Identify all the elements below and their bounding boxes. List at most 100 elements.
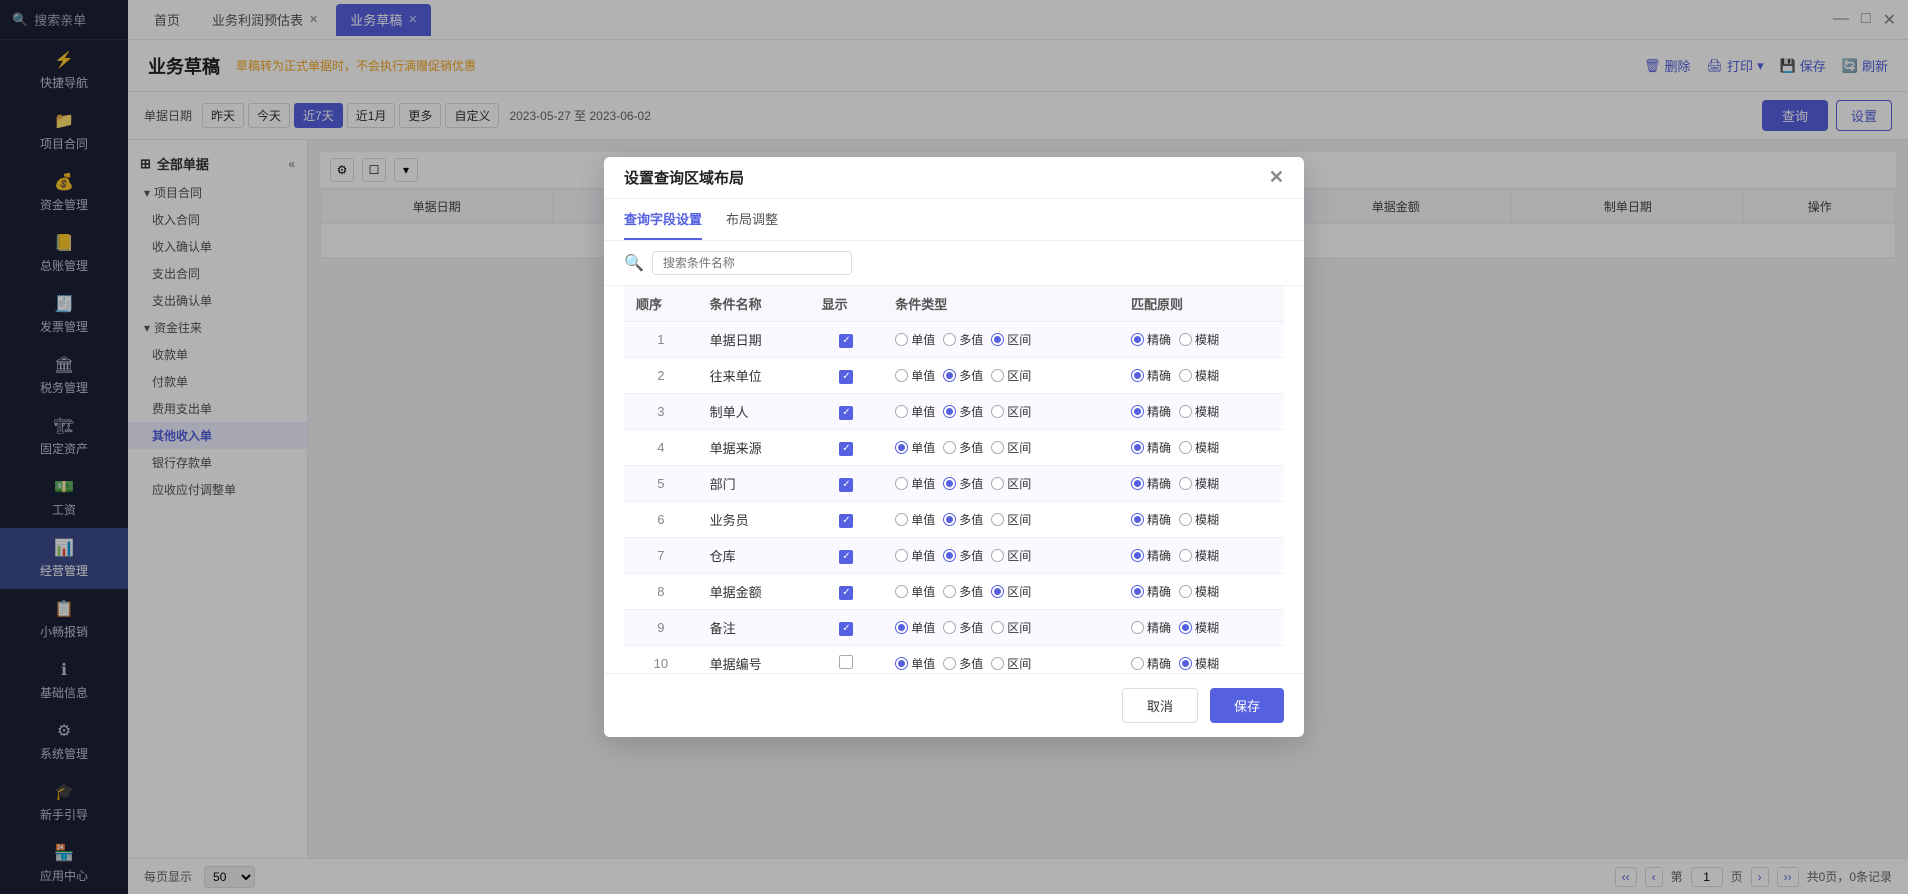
match-radio-4-精确[interactable]: 精确 <box>1131 439 1171 456</box>
match-radio-7-精确[interactable]: 精确 <box>1131 547 1171 564</box>
row-type-3[interactable]: 单值多值区间 <box>883 393 1119 429</box>
type-radio-6-多值[interactable]: 多值 <box>943 511 983 528</box>
checkbox-10[interactable] <box>839 655 853 669</box>
row-type-2[interactable]: 单值多值区间 <box>883 357 1119 393</box>
row-match-9[interactable]: 精确模糊 <box>1119 609 1284 645</box>
type-radio-7-区间[interactable]: 区间 <box>991 547 1031 564</box>
checkbox-4[interactable]: ✓ <box>839 442 853 456</box>
match-radio-8-模糊[interactable]: 模糊 <box>1179 583 1219 600</box>
match-radio-9-模糊[interactable]: 模糊 <box>1179 619 1219 636</box>
match-radio-7-模糊[interactable]: 模糊 <box>1179 547 1219 564</box>
checkbox-5[interactable]: ✓ <box>839 478 853 492</box>
row-display-4[interactable]: ✓ <box>810 429 884 465</box>
row-type-8[interactable]: 单值多值区间 <box>883 573 1119 609</box>
type-radio-9-单值[interactable]: 单值 <box>895 619 935 636</box>
type-radio-4-多值[interactable]: 多值 <box>943 439 983 456</box>
match-radio-5-模糊[interactable]: 模糊 <box>1179 475 1219 492</box>
cancel-button[interactable]: 取消 <box>1122 688 1198 723</box>
checkbox-3[interactable]: ✓ <box>839 406 853 420</box>
radio-dot-type-4-区间 <box>991 441 1004 454</box>
row-match-4[interactable]: 精确模糊 <box>1119 429 1284 465</box>
type-radio-10-多值[interactable]: 多值 <box>943 655 983 672</box>
match-radio-1-模糊[interactable]: 模糊 <box>1179 331 1219 348</box>
match-radio-10-模糊[interactable]: 模糊 <box>1179 655 1219 672</box>
match-radio-2-精确[interactable]: 精确 <box>1131 367 1171 384</box>
type-radio-4-单值[interactable]: 单值 <box>895 439 935 456</box>
type-radio-5-区间[interactable]: 区间 <box>991 475 1031 492</box>
type-radio-3-多值[interactable]: 多值 <box>943 403 983 420</box>
match-radio-2-模糊[interactable]: 模糊 <box>1179 367 1219 384</box>
row-match-6[interactable]: 精确模糊 <box>1119 501 1284 537</box>
dialog-close-button[interactable]: ✕ <box>1269 167 1284 188</box>
type-radio-1-区间[interactable]: 区间 <box>991 331 1031 348</box>
type-radio-2-区间[interactable]: 区间 <box>991 367 1031 384</box>
match-radio-1-精确[interactable]: 精确 <box>1131 331 1171 348</box>
match-radio-10-精确[interactable]: 精确 <box>1131 655 1171 672</box>
checkbox-1[interactable]: ✓ <box>839 334 853 348</box>
row-display-3[interactable]: ✓ <box>810 393 884 429</box>
type-radio-7-多值[interactable]: 多值 <box>943 547 983 564</box>
type-radio-5-单值[interactable]: 单值 <box>895 475 935 492</box>
type-radio-6-单值[interactable]: 单值 <box>895 511 935 528</box>
row-match-10[interactable]: 精确模糊 <box>1119 645 1284 673</box>
type-radio-3-单值[interactable]: 单值 <box>895 403 935 420</box>
type-radio-1-单值[interactable]: 单值 <box>895 331 935 348</box>
row-type-9[interactable]: 单值多值区间 <box>883 609 1119 645</box>
row-match-5[interactable]: 精确模糊 <box>1119 465 1284 501</box>
type-radio-4-区间[interactable]: 区间 <box>991 439 1031 456</box>
checkbox-7[interactable]: ✓ <box>839 550 853 564</box>
type-radio-8-区间[interactable]: 区间 <box>991 583 1031 600</box>
row-display-8[interactable]: ✓ <box>810 573 884 609</box>
checkbox-2[interactable]: ✓ <box>839 370 853 384</box>
dialog-tab-fields[interactable]: 查询字段设置 <box>624 199 702 240</box>
checkbox-8[interactable]: ✓ <box>839 586 853 600</box>
match-radio-6-精确[interactable]: 精确 <box>1131 511 1171 528</box>
row-display-7[interactable]: ✓ <box>810 537 884 573</box>
dialog-search-input[interactable] <box>652 251 852 275</box>
row-display-5[interactable]: ✓ <box>810 465 884 501</box>
save-button[interactable]: 保存 <box>1210 688 1284 723</box>
type-radio-5-多值[interactable]: 多值 <box>943 475 983 492</box>
match-radio-3-模糊[interactable]: 模糊 <box>1179 403 1219 420</box>
type-radio-9-多值[interactable]: 多值 <box>943 619 983 636</box>
row-match-3[interactable]: 精确模糊 <box>1119 393 1284 429</box>
type-radio-8-多值[interactable]: 多值 <box>943 583 983 600</box>
row-display-9[interactable]: ✓ <box>810 609 884 645</box>
row-type-5[interactable]: 单值多值区间 <box>883 465 1119 501</box>
match-radio-8-精确[interactable]: 精确 <box>1131 583 1171 600</box>
type-radio-6-区间[interactable]: 区间 <box>991 511 1031 528</box>
type-radio-9-区间[interactable]: 区间 <box>991 619 1031 636</box>
row-order-6: 6 <box>624 501 698 537</box>
row-match-8[interactable]: 精确模糊 <box>1119 573 1284 609</box>
row-order-10: 10 <box>624 645 698 673</box>
match-radio-3-精确[interactable]: 精确 <box>1131 403 1171 420</box>
row-display-10[interactable] <box>810 645 884 673</box>
type-radio-2-多值[interactable]: 多值 <box>943 367 983 384</box>
match-radio-9-精确[interactable]: 精确 <box>1131 619 1171 636</box>
dialog-tab-layout[interactable]: 布局调整 <box>726 199 778 240</box>
row-match-2[interactable]: 精确模糊 <box>1119 357 1284 393</box>
row-type-10[interactable]: 单值多值区间 <box>883 645 1119 673</box>
type-radio-1-多值[interactable]: 多值 <box>943 331 983 348</box>
type-radio-8-单值[interactable]: 单值 <box>895 583 935 600</box>
dialog-table-wrap: 顺序 条件名称 显示 条件类型 匹配原则 1单据日期✓单值多值区间精确模糊2往来… <box>604 286 1304 673</box>
row-display-6[interactable]: ✓ <box>810 501 884 537</box>
row-match-7[interactable]: 精确模糊 <box>1119 537 1284 573</box>
match-radio-6-模糊[interactable]: 模糊 <box>1179 511 1219 528</box>
row-type-6[interactable]: 单值多值区间 <box>883 501 1119 537</box>
row-display-1[interactable]: ✓ <box>810 321 884 357</box>
type-radio-10-单值[interactable]: 单值 <box>895 655 935 672</box>
type-radio-2-单值[interactable]: 单值 <box>895 367 935 384</box>
type-radio-7-单值[interactable]: 单值 <box>895 547 935 564</box>
match-radio-4-模糊[interactable]: 模糊 <box>1179 439 1219 456</box>
checkbox-9[interactable]: ✓ <box>839 622 853 636</box>
type-radio-3-区间[interactable]: 区间 <box>991 403 1031 420</box>
checkbox-6[interactable]: ✓ <box>839 514 853 528</box>
match-radio-5-精确[interactable]: 精确 <box>1131 475 1171 492</box>
row-type-1[interactable]: 单值多值区间 <box>883 321 1119 357</box>
type-radio-10-区间[interactable]: 区间 <box>991 655 1031 672</box>
row-type-7[interactable]: 单值多值区间 <box>883 537 1119 573</box>
row-match-1[interactable]: 精确模糊 <box>1119 321 1284 357</box>
row-display-2[interactable]: ✓ <box>810 357 884 393</box>
row-type-4[interactable]: 单值多值区间 <box>883 429 1119 465</box>
